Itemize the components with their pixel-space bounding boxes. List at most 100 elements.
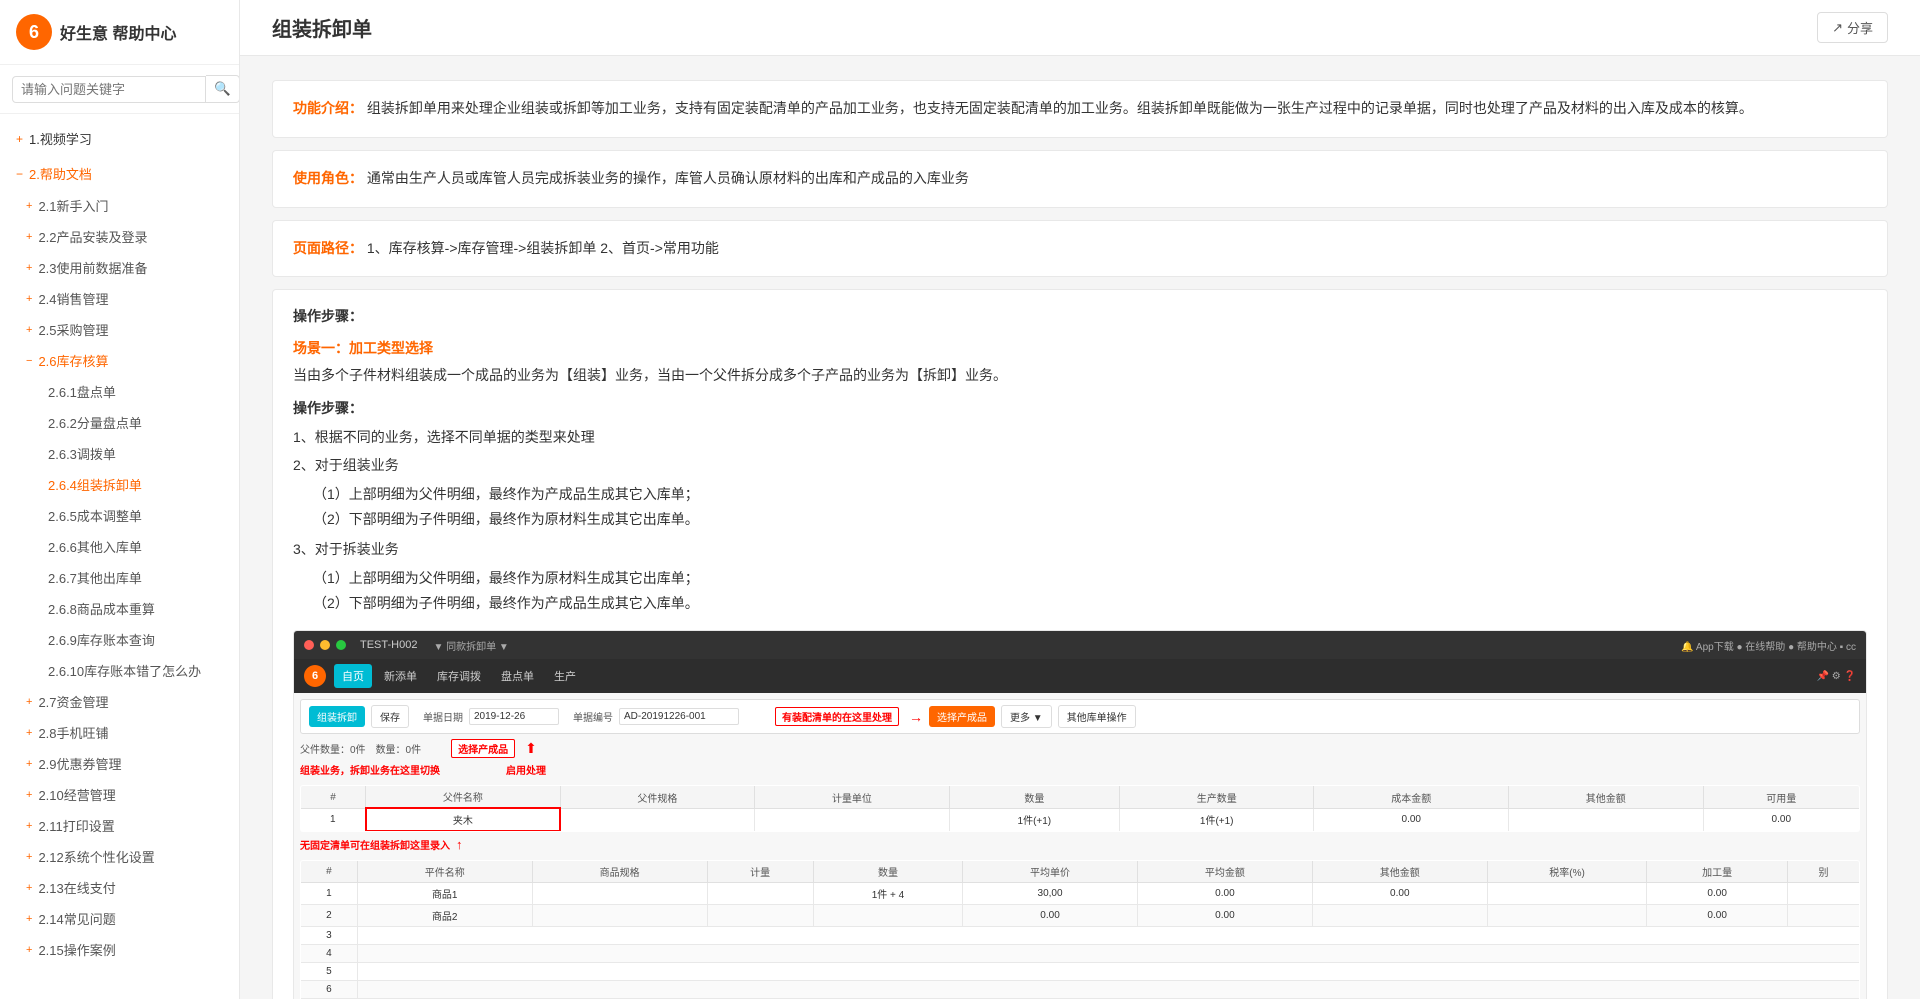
nav-item-mobile[interactable]: + 2.8手机旺铺	[0, 717, 239, 748]
nav-item-print[interactable]: + 2.11打印设置	[0, 810, 239, 841]
nav-item-otheroutbound[interactable]: 2.6.7其他出库单	[16, 562, 239, 593]
nav-group-video-title[interactable]: + 1.视频学习	[0, 122, 239, 155]
ss-annotation2: 选择产成品	[451, 739, 515, 758]
nav-item-sales[interactable]: + 2.4销售管理	[0, 283, 239, 314]
role-label: 使用角色：	[293, 170, 363, 186]
path-card: 页面路径： 1、库存核算->库存管理->组装拆卸单 2、首页->常用功能	[272, 220, 1888, 278]
plus-icon6: +	[26, 324, 32, 336]
ss-cell	[755, 808, 950, 831]
ss-cell	[1787, 905, 1859, 927]
scene1-heading: 场景一：加工类型选择	[293, 338, 1867, 358]
ss-form-toolbar: 组装拆卸 保存 单据日期 2019-12-26 单据编号 AD-20191226…	[300, 699, 1860, 734]
nav-item-cases[interactable]: + 2.15操作案例	[0, 934, 239, 965]
ss-cell: 1件(+1)	[949, 808, 1119, 831]
plus-icon14: +	[26, 913, 32, 925]
ss-btn-select-product[interactable]: 选择产成品	[929, 706, 995, 727]
ss-cell: 0.00	[1314, 808, 1509, 831]
ss-cell: 6	[301, 981, 358, 999]
ss-btn-save[interactable]: 保存	[371, 705, 409, 728]
logo-text: 好生意 帮助中心	[60, 20, 176, 44]
ss-window-right: 🔔 App下载 ● 在线帮助 ● 帮助中心 ▪ cc	[1681, 638, 1856, 653]
logo-bar: 6 好生意 帮助中心	[0, 0, 239, 65]
ss-col2-tax: 税率(%)	[1487, 861, 1647, 883]
nav-item-costreset[interactable]: 2.6.8商品成本重算	[16, 593, 239, 624]
table-row: 6	[301, 981, 1860, 999]
ss-cell: 0.00	[1647, 883, 1788, 905]
ss-nav-stocktake: 盘点单	[493, 664, 542, 688]
ss-date-input[interactable]: 2019-12-26	[469, 708, 559, 725]
ss-parent-table: # 父件名称 父件规格 计量单位 数量 生产数量 成本金额 其他金额 可用量	[300, 785, 1860, 832]
nav-item-onlinepay[interactable]: + 2.13在线支付	[0, 872, 239, 903]
nav-item-prepare[interactable]: + 2.3使用前数据准备	[0, 252, 239, 283]
step1: 1、根据不同的业务，选择不同单据的类型来处理	[293, 426, 1867, 450]
ss-cell: 2	[301, 905, 358, 927]
ss-app-nav: 6 自页 新添单 库存调拨 盘点单 生产 📌 ⚙ ❓	[294, 659, 1866, 693]
ss-annotation1: 有装配清单的在这里处理	[775, 707, 899, 726]
nav-item-inventorywrong[interactable]: 2.6.10库存账本错了怎么办	[16, 655, 239, 686]
ss-cell: 0.00	[1137, 905, 1312, 927]
nav-item-partstocktake[interactable]: 2.6.2分量盘点单	[16, 407, 239, 438]
nav-item-newbie[interactable]: + 2.1新手入门	[0, 190, 239, 221]
ss-annotation5: 无固定清单可在组装拆卸这里录入	[300, 837, 450, 852]
ss-col2-spec: 商品规格	[532, 861, 707, 883]
ss-col-qty: 数量	[949, 786, 1119, 809]
screenshot-container: TEST-H002 ▼ 同款拆卸单 ▼ 🔔 App下载 ● 在线帮助 ● 帮助中…	[293, 630, 1867, 999]
ss-col-unit: 计量单位	[755, 786, 950, 809]
ss-cell: 商品1	[357, 883, 532, 905]
minus-icon: −	[16, 167, 23, 181]
ss-app-right: 📌 ⚙ ❓	[1817, 671, 1856, 682]
ops-steps-heading: 操作步骤：	[293, 398, 1867, 418]
table-row: 3	[301, 927, 1860, 945]
ss-tab-assembly[interactable]: 组装拆卸	[309, 706, 365, 727]
ss-col-cost: 成本金额	[1314, 786, 1509, 809]
ss-cell	[532, 905, 707, 927]
ss-max-dot	[336, 640, 346, 650]
nav-group-docs-title[interactable]: − 2.帮助文档	[0, 157, 239, 190]
plus-icon8: +	[26, 727, 32, 739]
nav-item-stocktake[interactable]: 2.6.1盘点单	[16, 376, 239, 407]
ss-cell: 1	[301, 883, 358, 905]
ss-no-input[interactable]: AD-20191226-001	[619, 708, 739, 725]
ss-qty-label: 父件数量：0件	[300, 741, 366, 756]
ss-col2-other: 其他金额	[1312, 861, 1487, 883]
ss-annotation5-row: 无固定清单可在组装拆卸这里录入 ↑	[300, 837, 1860, 852]
ss-nav-add: 新添单	[376, 664, 425, 688]
search-button[interactable]: 🔍	[206, 75, 240, 103]
nav-item-inventory[interactable]: − 2.6库存核算	[0, 345, 239, 376]
ss-nav-transfer: 库存调拨	[429, 664, 489, 688]
ss-cell	[813, 905, 962, 927]
nav-item-costadjust[interactable]: 2.6.5成本调整单	[16, 500, 239, 531]
nav-item-transfer[interactable]: 2.6.3调拨单	[16, 438, 239, 469]
plus-icon13: +	[26, 882, 32, 894]
ss-col2-avg-price: 平均单价	[963, 861, 1138, 883]
search-input[interactable]	[12, 76, 206, 103]
ss-cell: 0.00	[1703, 808, 1859, 831]
path-label: 页面路径：	[293, 240, 363, 256]
nav-item-ops[interactable]: + 2.10经营管理	[0, 779, 239, 810]
plus-icon5: +	[26, 293, 32, 305]
step2b: （2）下部明细为子件明细，最终作为原材料生成其它出库单。	[293, 507, 1867, 532]
nav-item-purchase[interactable]: + 2.5采购管理	[0, 314, 239, 345]
nav-item-sysconfig[interactable]: + 2.12系统个性化设置	[0, 841, 239, 872]
nav-item-otherinbound[interactable]: 2.6.6其他入库单	[16, 531, 239, 562]
nav-item-finance[interactable]: + 2.7资金管理	[0, 686, 239, 717]
nav-item-coupon[interactable]: + 2.9优惠券管理	[0, 748, 239, 779]
ss-btn-more[interactable]: 更多 ▼	[1001, 705, 1052, 728]
ss-nav-home: 自页	[334, 664, 372, 688]
intro-card: 功能介绍： 组装拆卸单用来处理企业组装或拆卸等加工业务，支持有固定装配清单的产品…	[272, 80, 1888, 138]
ss-col-available: 可用量	[1703, 786, 1859, 809]
search-bar: 🔍	[0, 65, 239, 114]
nav-item-inventoryquery[interactable]: 2.6.9库存账本查询	[16, 624, 239, 655]
share-button[interactable]: ↗ 分享	[1817, 12, 1888, 43]
ss-col2-no: #	[301, 861, 358, 883]
screenshot-inner: TEST-H002 ▼ 同款拆卸单 ▼ 🔔 App下载 ● 在线帮助 ● 帮助中…	[294, 631, 1866, 999]
ss-col-parent-name: 父件名称	[366, 786, 561, 809]
plus-icon2: +	[26, 200, 32, 212]
ss-cell	[1509, 808, 1704, 831]
ss-btn-action[interactable]: 其他库单操作	[1058, 705, 1136, 728]
steps-section: 操作步骤： 场景一：加工类型选择 当由多个子件材料组装成一个成品的业务为【组装】…	[272, 289, 1888, 999]
nav-item-assembly[interactable]: 2.6.4组装拆卸单	[16, 469, 239, 500]
nav-item-install[interactable]: + 2.2产品安装及登录	[0, 221, 239, 252]
role-card: 使用角色： 通常由生产人员或库管人员完成拆装业务的操作，库管人员确认原材料的出库…	[272, 150, 1888, 208]
nav-item-faq[interactable]: + 2.14常见问题	[0, 903, 239, 934]
